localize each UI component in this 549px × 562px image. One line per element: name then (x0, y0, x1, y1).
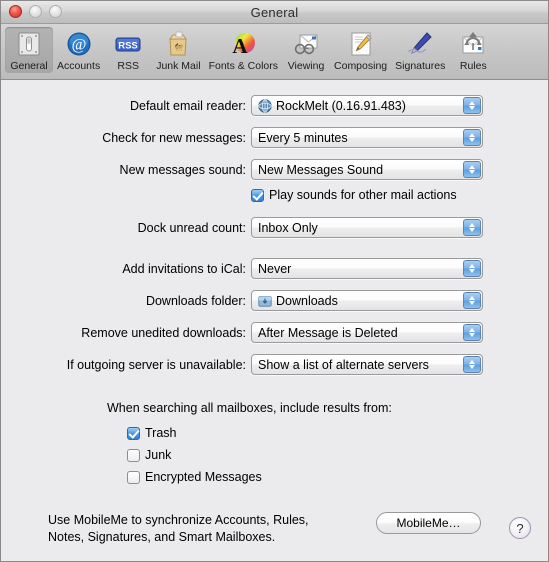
chevron-updown-icon[interactable] (463, 356, 481, 373)
downloads-folder-popup[interactable]: Downloads (251, 290, 483, 311)
chevron-updown-icon[interactable] (463, 292, 481, 309)
chevron-updown-icon[interactable] (463, 260, 481, 277)
tab-signatures-label: Signatures (395, 60, 446, 72)
check-new-messages-label: Check for new messages: (102, 131, 246, 145)
chevron-updown-icon[interactable] (463, 324, 481, 341)
tab-junk-mail-label: Junk Mail (156, 60, 201, 72)
eyeglasses-icon (291, 29, 321, 59)
outgoing-unavailable-value: Show a list of alternate servers (258, 357, 429, 372)
outgoing-unavailable-label: If outgoing server is unavailable: (66, 358, 246, 372)
tab-fonts-colors[interactable]: A Fonts & Colors (205, 27, 282, 73)
tab-composing[interactable]: Composing (330, 27, 391, 73)
close-button[interactable] (9, 5, 22, 18)
tab-rss-label: RSS (117, 60, 139, 72)
tab-rules-label: Rules (459, 60, 487, 72)
default-email-reader-label: Default email reader: (129, 99, 246, 113)
search-option-junk-checkbox[interactable] (127, 448, 140, 462)
downloads-folder-icon (258, 294, 272, 308)
zoom-button[interactable] (49, 5, 62, 18)
globe-icon (258, 98, 272, 113)
tab-accounts-label: Accounts (57, 60, 101, 72)
svg-text:A: A (233, 34, 249, 58)
tab-general[interactable]: General (5, 27, 53, 73)
mobileme-description-line1: Use MobileMe to synchronize Accounts, Ru… (48, 513, 309, 527)
svg-text:@: @ (71, 37, 86, 54)
paper-bag-icon (163, 29, 193, 59)
minimize-button[interactable] (29, 5, 42, 18)
add-invitations-value: Never (258, 261, 292, 276)
chevron-updown-icon[interactable] (463, 161, 481, 178)
search-option-junk-row[interactable]: Junk (127, 448, 171, 462)
mail-preferences-window: General General @ Accounts RSS RSS Junk … (0, 0, 549, 562)
preferences-content: Default email reader: RockMelt (0.16.91.… (1, 80, 548, 561)
add-invitations-popup[interactable]: Never (251, 258, 483, 279)
search-option-encrypted-row[interactable]: Encrypted Messages (127, 470, 262, 484)
default-email-reader-popup[interactable]: RockMelt (0.16.91.483) (251, 95, 483, 116)
window-title: General (250, 4, 299, 20)
dock-unread-count-popup[interactable]: Inbox Only (251, 217, 483, 238)
pencil-paper-icon (346, 29, 376, 59)
dock-unread-count-label: Dock unread count: (137, 221, 246, 235)
dock-unread-count-value: Inbox Only (258, 220, 318, 235)
search-option-encrypted-label: Encrypted Messages (145, 470, 262, 484)
search-option-junk-label: Junk (145, 448, 172, 462)
preferences-toolbar: General @ Accounts RSS RSS Junk Mail A F… (1, 24, 548, 80)
chevron-updown-icon[interactable] (463, 97, 481, 114)
tab-composing-label: Composing (334, 60, 388, 72)
remove-unedited-popup[interactable]: After Message is Deleted (251, 322, 483, 343)
window-titlebar: General (1, 1, 548, 24)
tab-viewing-label: Viewing (287, 60, 325, 72)
chevron-updown-icon[interactable] (463, 129, 481, 146)
general-switch-icon (14, 29, 44, 59)
tab-rss[interactable]: RSS RSS (104, 27, 152, 73)
tab-fonts-colors-label: Fonts & Colors (208, 60, 279, 72)
search-option-trash-label: Trash (145, 426, 177, 440)
search-option-trash-row[interactable]: Trash (127, 426, 177, 440)
mobileme-button[interactable]: MobileMe… (376, 512, 481, 534)
check-new-messages-popup[interactable]: Every 5 minutes (251, 127, 483, 148)
search-option-encrypted-checkbox[interactable] (127, 470, 140, 484)
help-button[interactable]: ? (509, 517, 531, 539)
tab-rules[interactable]: Rules (449, 27, 497, 73)
search-section-title: When searching all mailboxes, include re… (107, 401, 392, 415)
font-color-wheel-icon: A (228, 29, 258, 59)
tab-accounts[interactable]: @ Accounts (53, 27, 104, 73)
svg-text:RSS: RSS (118, 41, 138, 52)
downloads-folder-label: Downloads folder: (145, 294, 246, 308)
tab-signatures[interactable]: Signatures (391, 27, 449, 73)
remove-unedited-label: Remove unedited downloads: (81, 326, 246, 340)
chevron-updown-icon[interactable] (463, 219, 481, 236)
tab-general-label: General (10, 60, 48, 72)
tab-viewing[interactable]: Viewing (282, 27, 330, 73)
downloads-folder-value: Downloads (276, 293, 338, 308)
play-sounds-checkbox-row[interactable]: Play sounds for other mail actions (251, 188, 457, 202)
mobileme-description-line2: Notes, Signatures, and Smart Mailboxes. (48, 530, 276, 544)
new-messages-sound-label: New messages sound: (119, 163, 246, 177)
branching-arrows-icon (458, 29, 488, 59)
remove-unedited-value: After Message is Deleted (258, 325, 398, 340)
outgoing-unavailable-popup[interactable]: Show a list of alternate servers (251, 354, 483, 375)
check-new-messages-value: Every 5 minutes (258, 130, 348, 145)
add-invitations-label: Add invitations to iCal: (122, 262, 246, 276)
search-option-trash-checkbox[interactable] (127, 426, 140, 440)
rss-badge-icon: RSS (113, 29, 143, 59)
at-sign-icon: @ (64, 29, 94, 59)
new-messages-sound-value: New Messages Sound (258, 162, 384, 177)
play-sounds-label: Play sounds for other mail actions (269, 188, 457, 202)
new-messages-sound-popup[interactable]: New Messages Sound (251, 159, 483, 180)
window-controls (9, 5, 62, 18)
tab-junk-mail[interactable]: Junk Mail (152, 27, 204, 73)
fountain-pen-icon (405, 29, 435, 59)
play-sounds-checkbox[interactable] (251, 188, 264, 202)
default-email-reader-value: RockMelt (0.16.91.483) (276, 98, 406, 113)
